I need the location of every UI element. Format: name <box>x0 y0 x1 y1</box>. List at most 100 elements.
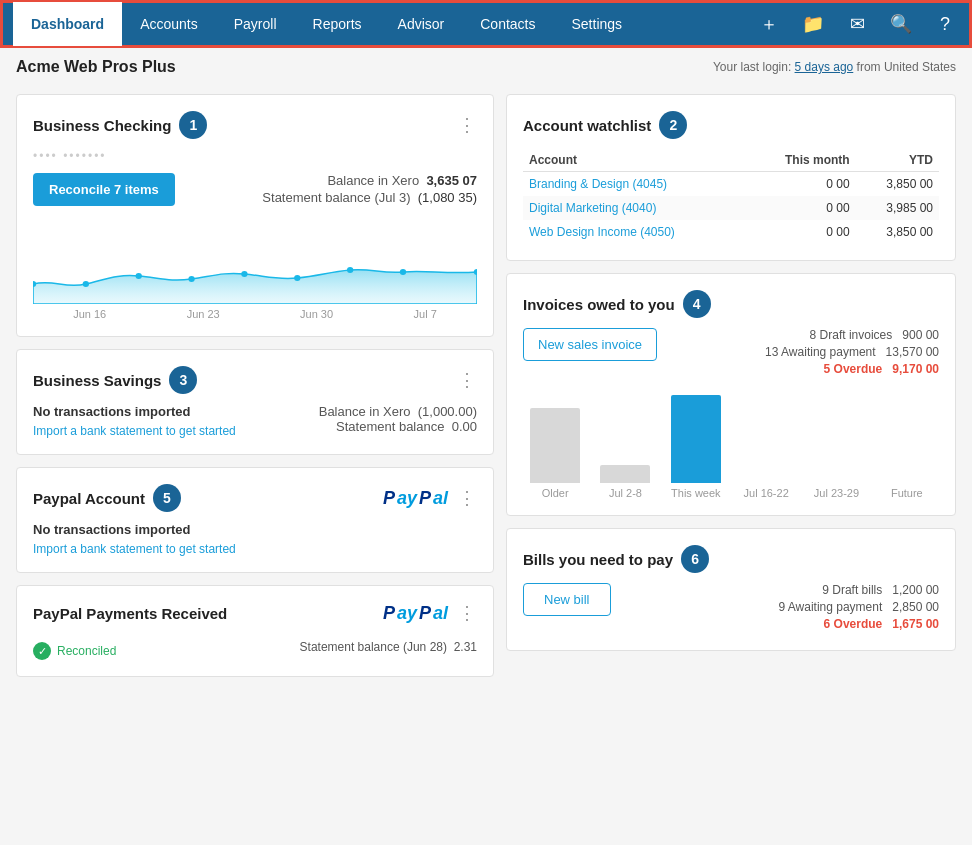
plus-icon[interactable]: ＋ <box>755 10 783 38</box>
business-checking-menu[interactable]: ⋮ <box>458 114 477 136</box>
savings-import-link[interactable]: Import a bank statement to get started <box>33 424 236 438</box>
watchlist-row: Web Design Income (4050) 0 00 3,850 00 <box>523 220 939 244</box>
paypal-account-badge: 5 <box>153 484 181 512</box>
nav-tab-settings[interactable]: Settings <box>553 2 640 46</box>
reconcile-button[interactable]: Reconcile 7 items <box>33 173 175 206</box>
bar-jul2-8-bar <box>600 465 650 483</box>
bar-older-bar <box>530 408 580 483</box>
svg-point-2 <box>136 273 142 279</box>
paypal-account-title: Paypal Account <box>33 490 145 507</box>
page-header: Acme Web Pros Plus Your last login: 5 da… <box>0 48 972 82</box>
chart-label-1: Jun 23 <box>187 308 220 320</box>
bills-title-row: Bills you need to pay 6 <box>523 545 709 573</box>
account-watchlist-card: Account watchlist 2 Account This month Y… <box>506 94 956 261</box>
overdue-invoices: 5 Overdue 9,170 00 <box>765 362 939 376</box>
savings-balance-value: (1,000.00) <box>418 404 477 419</box>
paypal-account-menu[interactable]: ⋮ <box>458 487 477 509</box>
invoices-title-row: Invoices owed to you 4 <box>523 290 711 318</box>
nav-tab-accounts[interactable]: Accounts <box>122 2 216 46</box>
paypal-payments-title: PayPal Payments Received <box>33 605 227 622</box>
paypal-stmt-value: 2.31 <box>454 640 477 654</box>
invoice-stats: 8 Draft invoices 900 00 13 Awaiting paym… <box>765 328 939 379</box>
chart-label-2: Jun 30 <box>300 308 333 320</box>
invoices-top: New sales invoice 8 Draft invoices 900 0… <box>523 328 939 379</box>
watchlist-cell-month: 0 00 <box>747 196 856 220</box>
folder-icon[interactable]: 📁 <box>799 10 827 38</box>
business-checking-badge: 1 <box>179 111 207 139</box>
business-savings-header: Business Savings 3 ⋮ <box>33 366 477 394</box>
draft-bills: 9 Draft bills 1,200 00 <box>778 583 939 597</box>
business-savings-badge: 3 <box>169 366 197 394</box>
watchlist-cell-account[interactable]: Digital Marketing (4040) <box>523 196 747 220</box>
search-icon[interactable]: 🔍 <box>887 10 915 38</box>
business-savings-menu[interactable]: ⋮ <box>458 369 477 391</box>
savings-stmt-value: 0.00 <box>452 419 477 434</box>
savings-no-transactions: No transactions imported <box>33 404 319 419</box>
chart-labels: Jun 16 Jun 23 Jun 30 Jul 7 <box>33 308 477 320</box>
chart-label-0: Jun 16 <box>73 308 106 320</box>
paypal-statement-info: Statement balance (Jun 28) 2.31 <box>300 640 477 654</box>
watchlist-row: Digital Marketing (4040) 0 00 3,985 00 <box>523 196 939 220</box>
paypal-import-link[interactable]: Import a bank statement to get started <box>33 542 236 556</box>
bar-this-week: This week <box>664 395 728 499</box>
navbar: Dashboard Accounts Payroll Reports Advis… <box>0 0 972 48</box>
mail-icon[interactable]: ✉ <box>843 10 871 38</box>
check-icon: ✓ <box>33 642 51 660</box>
bar-jul16-22-label: Jul 16-22 <box>744 487 789 499</box>
nav-tab-dashboard[interactable]: Dashboard <box>13 2 122 46</box>
bar-this-week-label: This week <box>671 487 721 499</box>
paypal-account-card: Paypal Account 5 PayPal ⋮ No transaction… <box>16 467 494 573</box>
bar-jul2-8: Jul 2-8 <box>593 465 657 499</box>
business-checking-header: Business Checking 1 ⋮ <box>33 111 477 139</box>
nav-tab-contacts[interactable]: Contacts <box>462 2 553 46</box>
paypal-account-header: Paypal Account 5 PayPal ⋮ <box>33 484 477 512</box>
watchlist-table: Account This month YTD Branding & Design… <box>523 149 939 244</box>
nav-tab-reports[interactable]: Reports <box>295 2 380 46</box>
bills-header: Bills you need to pay 6 <box>523 545 939 573</box>
watchlist-col-ytd: YTD <box>856 149 939 172</box>
business-checking-card: Business Checking 1 ⋮ •••• ••••••• Recon… <box>16 94 494 337</box>
paypal-no-transactions: No transactions imported <box>33 522 477 537</box>
paypal-payments-menu[interactable]: ⋮ <box>458 602 477 624</box>
wave-svg <box>33 224 477 304</box>
savings-stmt-label: Statement balance <box>336 419 444 434</box>
awaiting-payment: 13 Awaiting payment 13,570 00 <box>765 345 939 359</box>
business-savings-card: Business Savings 3 ⋮ No transactions imp… <box>16 349 494 455</box>
watchlist-title-row: Account watchlist 2 <box>523 111 687 139</box>
new-bill-button[interactable]: New bill <box>523 583 611 616</box>
statement-balance-label: Statement balance (Jul 3) <box>262 190 410 205</box>
bar-jul23-29: Jul 23-29 <box>804 483 868 499</box>
svg-point-4 <box>241 271 247 277</box>
last-login-info: Your last login: 5 days ago from United … <box>713 60 956 74</box>
invoices-title: Invoices owed to you <box>523 296 675 313</box>
bills-title: Bills you need to pay <box>523 551 673 568</box>
paypal-logo: PayPal <box>383 488 448 509</box>
watchlist-cell-account[interactable]: Branding & Design (4045) <box>523 172 747 197</box>
statement-balance-value: (1,080 35) <box>418 190 477 205</box>
invoices-badge: 4 <box>683 290 711 318</box>
left-column: Business Checking 1 ⋮ •••• ••••••• Recon… <box>16 94 494 835</box>
balance-info: Balance in Xero 3,635 07 Statement balan… <box>262 173 477 207</box>
svg-point-6 <box>347 267 353 273</box>
new-sales-invoice-button[interactable]: New sales invoice <box>523 328 657 361</box>
last-login-link[interactable]: 5 days ago <box>795 60 854 74</box>
watchlist-cell-ytd: 3,985 00 <box>856 196 939 220</box>
help-icon[interactable]: ? <box>931 10 959 38</box>
watchlist-badge: 2 <box>659 111 687 139</box>
right-column: Account watchlist 2 Account This month Y… <box>506 94 956 835</box>
invoices-header: Invoices owed to you 4 <box>523 290 939 318</box>
main-content: Business Checking 1 ⋮ •••• ••••••• Recon… <box>0 82 972 845</box>
nav-tab-advisor[interactable]: Advisor <box>380 2 463 46</box>
balance-in-xero-value: 3,635 07 <box>426 173 477 188</box>
bar-this-week-bar <box>671 395 721 483</box>
paypal-payments-title-row: PayPal Payments Received <box>33 605 227 622</box>
paypal-payments-logo: PayPal <box>383 603 448 624</box>
bills-card: Bills you need to pay 6 New bill 9 Draft… <box>506 528 956 651</box>
svg-point-1 <box>83 281 89 287</box>
watchlist-row: Branding & Design (4045) 0 00 3,850 00 <box>523 172 939 197</box>
watchlist-cell-account[interactable]: Web Design Income (4050) <box>523 220 747 244</box>
checking-chart <box>33 224 477 304</box>
nav-tab-payroll[interactable]: Payroll <box>216 2 295 46</box>
bar-jul23-29-label: Jul 23-29 <box>814 487 859 499</box>
bar-jul2-8-label: Jul 2-8 <box>609 487 642 499</box>
